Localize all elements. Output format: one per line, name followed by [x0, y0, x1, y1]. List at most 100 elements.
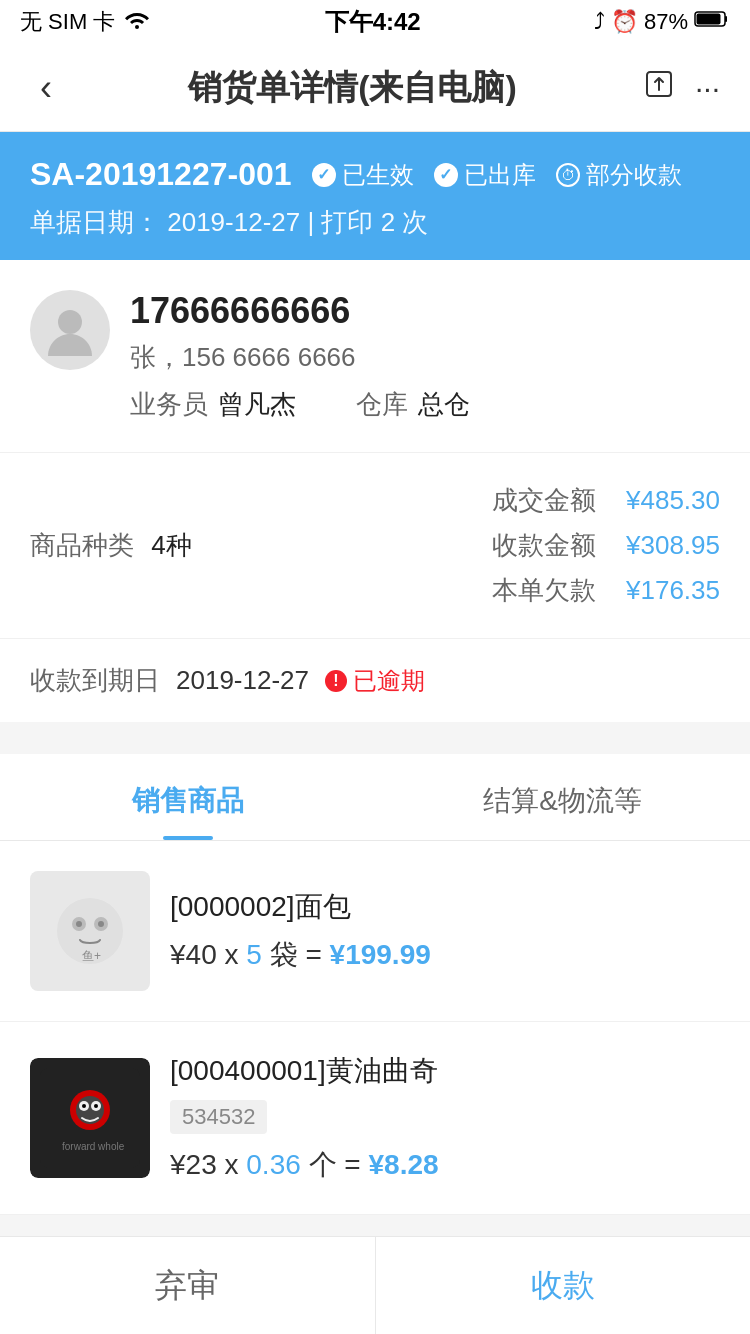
product-image-owl: 鱼+: [30, 871, 150, 991]
status-activated-label: 已生效: [342, 159, 414, 191]
due-date-section: 收款到期日 2019-12-27 ! 已逾期: [0, 638, 750, 738]
svg-rect-1: [697, 14, 721, 25]
collect-amount: ¥308.95: [626, 530, 720, 561]
product-price-cookie: ¥23 x 0.36 个 = ¥8.28: [170, 1146, 720, 1184]
product-batch-cookie: 534532: [170, 1100, 267, 1134]
svg-point-12: [76, 1096, 104, 1124]
check-icon-activated: ✓: [312, 163, 336, 187]
overdue-badge: ! 已逾期: [325, 665, 425, 697]
product-item: 鱼+ [0000002]面包 ¥40 x 5 袋 = ¥199.99: [0, 841, 750, 1022]
status-partial: ⏱ 部分收款: [556, 159, 682, 191]
customer-section: 17666666666 张，156 6666 6666 业务员 曾凡杰 仓库 总…: [0, 260, 750, 453]
deal-amount-row: 成交金额 ¥485.30: [492, 483, 720, 518]
clock-icon: ⏱: [556, 163, 580, 187]
customer-name: 17666666666: [130, 290, 720, 332]
status-shipped: ✓ 已出库: [434, 159, 536, 191]
salesperson-value: 曾凡杰: [218, 387, 296, 422]
warehouse-value: 总仓: [418, 387, 470, 422]
reject-button[interactable]: 弃审: [0, 1237, 376, 1334]
total-bread: ¥199.99: [330, 939, 431, 970]
equals-bread: =: [305, 939, 329, 970]
collect-label: 收款金额: [492, 528, 596, 563]
alarm-icon: ⏰: [611, 9, 638, 35]
category-value: 4种: [151, 530, 191, 560]
salesperson-label: 业务员: [130, 387, 208, 422]
salesperson-meta: 业务员 曾凡杰: [130, 387, 296, 422]
svg-point-16: [94, 1104, 98, 1108]
status-shipped-label: 已出库: [464, 159, 536, 191]
reject-label: 弃审: [155, 1264, 219, 1308]
avatar: [30, 290, 110, 370]
status-left: 无 SIM 卡: [20, 7, 151, 37]
product-thumb-bread: 鱼+: [30, 871, 150, 991]
status-right: ⤴ ⏰ 87%: [594, 9, 730, 35]
deal-amount: ¥485.30: [626, 485, 720, 516]
svg-point-3: [58, 310, 82, 334]
tab-sales-products[interactable]: 销售商品: [0, 754, 375, 840]
debt-amount-row: 本单欠款 ¥176.35: [492, 573, 720, 608]
collect-amount-row: 收款金额 ¥308.95: [492, 528, 720, 563]
order-id: SA-20191227-001: [30, 156, 292, 193]
product-price-bread: ¥40 x 5 袋 = ¥199.99: [170, 936, 720, 974]
multiply-icon-bread: x: [225, 939, 247, 970]
check-icon-shipped: ✓: [434, 163, 458, 187]
total-cookie: ¥8.28: [368, 1149, 438, 1180]
product-tabs: 销售商品 结算&物流等: [0, 754, 750, 841]
debt-amount: ¥176.35: [626, 575, 720, 606]
product-title-bread: 面包: [295, 891, 351, 922]
product-image-dark: forward whole: [30, 1058, 150, 1178]
due-date-label: 收款到期日: [30, 663, 160, 698]
battery-icon: [694, 9, 730, 35]
svg-text:鱼+: 鱼+: [82, 949, 101, 963]
tab-settlement[interactable]: 结算&物流等: [375, 754, 750, 840]
svg-text:forward whole: forward whole: [62, 1141, 125, 1152]
collect-button[interactable]: 收款: [376, 1237, 751, 1334]
unit-price-bread: ¥40: [170, 939, 217, 970]
order-status-row: SA-20191227-001 ✓ 已生效 ✓ 已出库 ⏱ 部分收款: [30, 156, 720, 193]
person-icon: [40, 300, 100, 360]
customer-meta: 业务员 曾凡杰 仓库 总仓: [130, 387, 720, 422]
back-button[interactable]: ‹: [30, 57, 62, 119]
category-info: 商品种类 4种: [30, 528, 192, 563]
svg-point-8: [98, 921, 104, 927]
date-label: 单据日期：: [30, 207, 160, 237]
product-name-bread: [0000002]面包: [170, 888, 720, 926]
product-info-cookie: [000400001]黄油曲奇 534532 ¥23 x 0.36 个 = ¥8…: [170, 1052, 720, 1184]
share-icon[interactable]: [643, 68, 675, 107]
product-thumb-cookie: forward whole: [30, 1058, 150, 1178]
product-title-cookie: 黄油曲奇: [326, 1055, 438, 1086]
print-info: | 打印 2 次: [307, 207, 428, 237]
status-time: 下午4:42: [325, 6, 421, 38]
tab-settlement-label: 结算&物流等: [483, 785, 642, 816]
product-code-cookie: [000400001]: [170, 1055, 326, 1086]
product-item-cookie: forward whole [000400001]黄油曲奇 534532 ¥23…: [0, 1022, 750, 1215]
nav-bar: ‹ 销货单详情(来自电脑) ···: [0, 44, 750, 132]
order-header: SA-20191227-001 ✓ 已生效 ✓ 已出库 ⏱ 部分收款 单据日期：…: [0, 132, 750, 260]
product-info-bread: [0000002]面包 ¥40 x 5 袋 = ¥199.99: [170, 888, 720, 974]
battery-text: 87%: [644, 9, 688, 35]
warehouse-label: 仓库: [356, 387, 408, 422]
bottom-action-bar: 弃审 收款: [0, 1236, 750, 1334]
product-name-cookie: [000400001]黄油曲奇: [170, 1052, 720, 1090]
equals-cookie: =: [344, 1149, 368, 1180]
customer-card: 17666666666 张，156 6666 6666 业务员 曾凡杰 仓库 总…: [0, 260, 750, 738]
deal-label: 成交金额: [492, 483, 596, 518]
collect-label: 收款: [531, 1264, 595, 1308]
svg-point-7: [76, 921, 82, 927]
unit-price-cookie: ¥23: [170, 1149, 217, 1180]
tab-sales-label: 销售商品: [132, 785, 244, 816]
page-title: 销货单详情(来自电脑): [188, 65, 517, 111]
status-partial-label: 部分收款: [586, 159, 682, 191]
more-icon[interactable]: ···: [695, 71, 720, 105]
date-value: 2019-12-27: [167, 207, 300, 237]
location-icon: ⤴: [594, 9, 605, 35]
customer-phone: 张，156 6666 6666: [130, 340, 720, 375]
amount-info: 成交金额 ¥485.30 收款金额 ¥308.95 本单欠款 ¥176.35: [492, 483, 720, 608]
warehouse-meta: 仓库 总仓: [356, 387, 470, 422]
customer-info: 17666666666 张，156 6666 6666 业务员 曾凡杰 仓库 总…: [130, 290, 720, 422]
overdue-label: 已逾期: [353, 665, 425, 697]
svg-point-15: [82, 1104, 86, 1108]
category-label: 商品种类: [30, 530, 134, 560]
product-code-bread: [0000002]: [170, 891, 295, 922]
wifi-icon: [123, 8, 151, 36]
